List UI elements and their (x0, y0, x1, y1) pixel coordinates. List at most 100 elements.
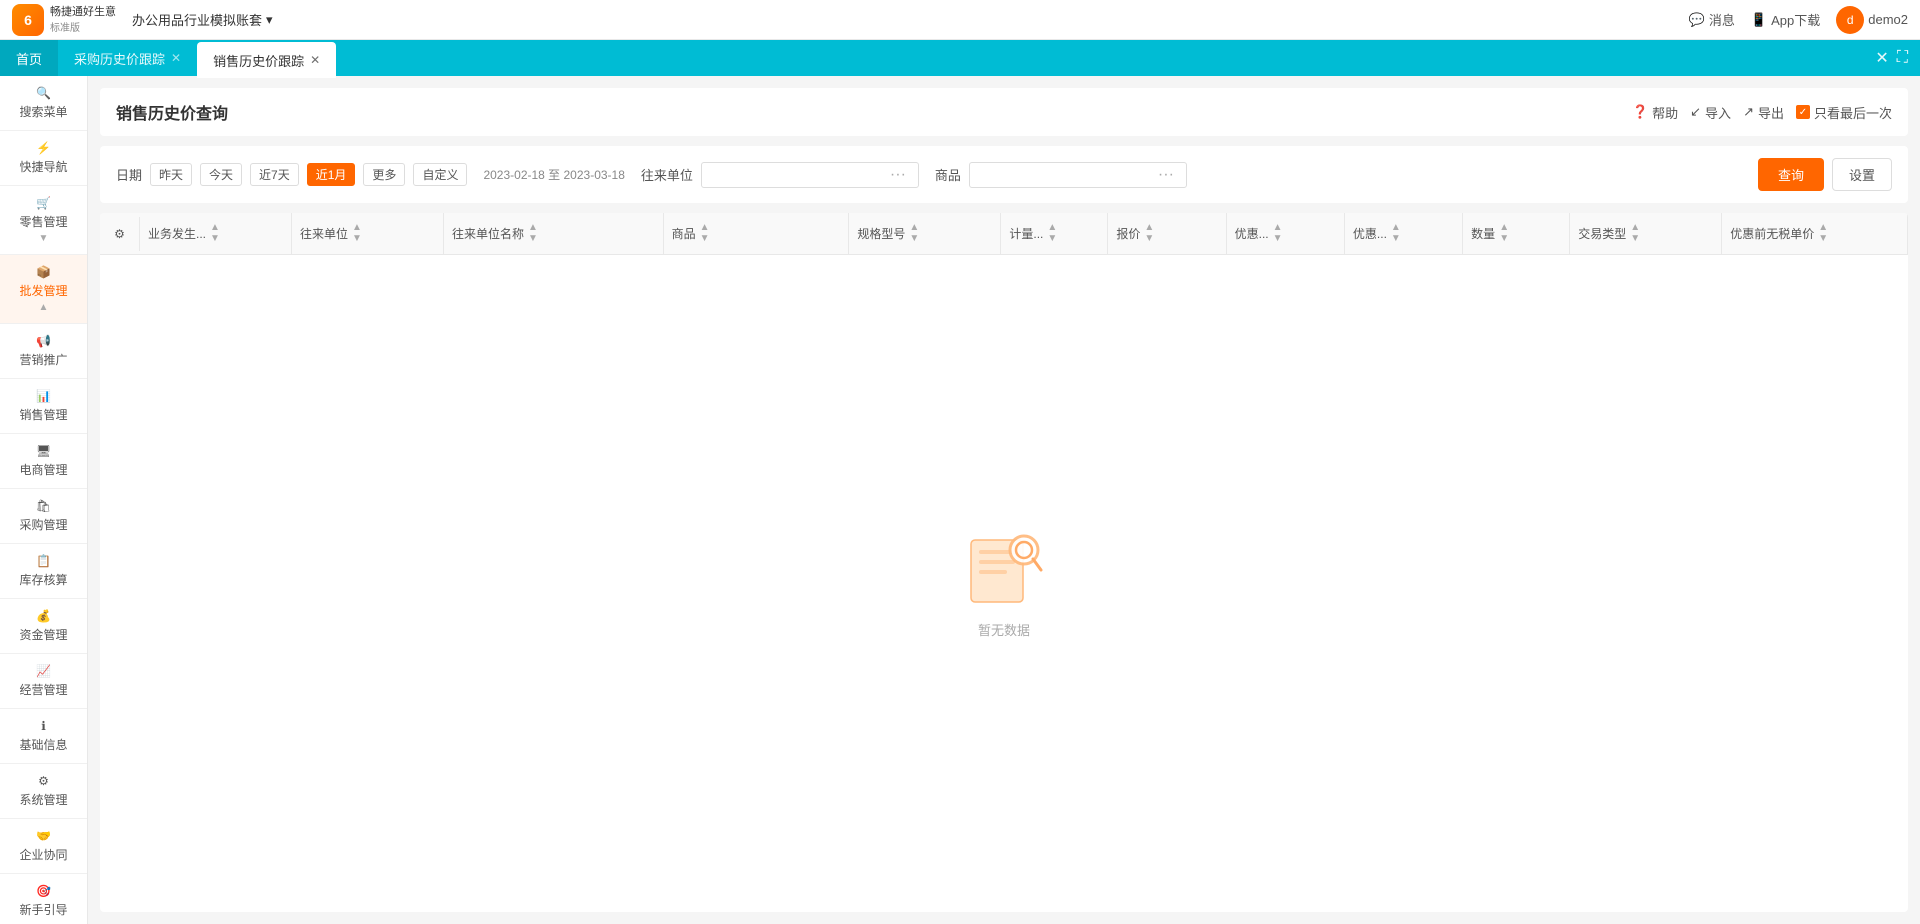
th-trade-type[interactable]: 交易类型 ▲▼ (1570, 213, 1722, 254)
app-selector[interactable]: 办公用品行业模拟账套 ▾ (124, 6, 281, 33)
help-label: 帮助 (1652, 103, 1678, 122)
th-discount1-label: 优惠... (1235, 225, 1269, 242)
sidebar-item-guide[interactable]: 🎯 新手引导 (0, 874, 87, 924)
th-product-label: 商品 (672, 225, 696, 242)
import-icon: ↙ (1690, 104, 1701, 120)
sidebar-label-cooperation: 企业协同 (19, 846, 67, 863)
th-date[interactable]: 业务发生... ▲▼ (140, 213, 292, 254)
sidebar-item-finance[interactable]: 💰 资金管理 (0, 599, 87, 654)
inventory-icon: 📋 (36, 554, 51, 568)
message-button[interactable]: 💬 消息 (1689, 10, 1735, 29)
app-download-button[interactable]: 📱 App下载 (1751, 10, 1820, 29)
tab-sales-close-icon[interactable]: ✕ (310, 53, 320, 67)
th-qty-label: 数量 (1471, 225, 1495, 242)
help-button[interactable]: ❓ 帮助 (1632, 103, 1678, 122)
th-discount2[interactable]: 优惠... ▲▼ (1345, 213, 1463, 254)
empty-text: 暂无数据 (978, 620, 1030, 639)
avatar: d (1836, 6, 1864, 34)
date-7days-button[interactable]: 近7天 (250, 163, 299, 186)
sidebar-item-basic-info[interactable]: ℹ 基础信息 (0, 709, 87, 764)
th-date-label: 业务发生... (148, 225, 206, 242)
th-price[interactable]: 报价 ▲▼ (1108, 213, 1226, 254)
sidebar-item-inventory[interactable]: 📋 库存核算 (0, 544, 87, 599)
sidebar-label-ecommerce: 电商管理 (19, 461, 67, 478)
chevron-up-icon: ▲ (39, 302, 49, 313)
settings-button[interactable]: 设置 (1832, 158, 1892, 191)
product-filter-group: 商品 ··· (935, 162, 1187, 188)
export-label: 导出 (1758, 103, 1784, 122)
tab-sales-history[interactable]: 销售历史价跟踪 ✕ (197, 42, 336, 78)
date-custom-button[interactable]: 自定义 (413, 163, 467, 186)
sidebar-label-finance: 资金管理 (19, 626, 67, 643)
th-discount2-label: 优惠... (1353, 225, 1387, 242)
tab-purchase-history[interactable]: 采购历史价跟踪 ✕ (58, 40, 197, 76)
sidebar-item-ecommerce[interactable]: 🖥 电商管理 (0, 434, 87, 489)
partner-picker-button[interactable]: ··· (886, 166, 910, 184)
logo-area: 6 畅捷通好生意 标准版 (12, 4, 116, 36)
export-button[interactable]: ↗ 导出 (1743, 103, 1784, 122)
date-label: 日期 (116, 165, 142, 184)
top-bar-right: 💬 消息 📱 App下载 d demo2 (1689, 6, 1908, 34)
only-last-label: 只看最后一次 (1814, 103, 1892, 122)
content-area: 销售历史价查询 ❓ 帮助 ↙ 导入 ↗ 导出 ✓ (88, 76, 1920, 924)
th-settings[interactable]: ⚙ (100, 217, 140, 251)
th-pretax-price-label: 优惠前无税单价 (1730, 225, 1814, 242)
product-picker-button[interactable]: ··· (1154, 166, 1178, 184)
sidebar-item-sales[interactable]: 📊 销售管理 (0, 379, 87, 434)
th-unit-code[interactable]: 往来单位 ▲▼ (292, 213, 444, 254)
date-today-button[interactable]: 今天 (200, 163, 242, 186)
retail-icon: 🛒 (36, 196, 51, 210)
tab-maximize-button[interactable]: ⛶ (1897, 49, 1908, 67)
sidebar-item-search[interactable]: 🔍 搜索菜单 (0, 76, 87, 131)
date-filter-group: 日期 昨天 今天 近7天 近1月 更多 自定义 (116, 163, 467, 186)
date-1month-button[interactable]: 近1月 (307, 163, 356, 186)
empty-state: 暂无数据 (959, 528, 1049, 639)
sidebar-label-wholesale: 批发管理 (19, 282, 67, 299)
user-menu[interactable]: d demo2 (1836, 6, 1908, 34)
tab-purchase-close-icon[interactable]: ✕ (171, 51, 181, 65)
product-input-wrap: ··· (969, 162, 1187, 188)
partner-filter-group: 往来单位 ··· (641, 162, 919, 188)
finance-icon: 💰 (36, 609, 51, 623)
tab-home[interactable]: 首页 (0, 40, 58, 76)
partner-input[interactable] (710, 167, 886, 182)
th-pretax-price[interactable]: 优惠前无税单价 ▲▼ (1722, 213, 1908, 254)
sidebar-item-quick-nav[interactable]: ⚡ 快捷导航 (0, 131, 87, 186)
top-bar: 6 畅捷通好生意 标准版 办公用品行业模拟账套 ▾ 💬 消息 📱 App下载 d… (0, 0, 1920, 40)
th-qty[interactable]: 数量 ▲▼ (1463, 213, 1570, 254)
date-more-button[interactable]: 更多 (363, 163, 405, 186)
sort-icon: ▲▼ (1630, 223, 1640, 244)
sidebar-label-operations: 经营管理 (19, 681, 67, 698)
tab-close-all-button[interactable]: ✕ (1875, 48, 1888, 68)
th-unit-name[interactable]: 往来单位名称 ▲▼ (444, 213, 664, 254)
th-trade-type-label: 交易类型 (1578, 225, 1626, 242)
sidebar-item-purchase[interactable]: 🛍 采购管理 (0, 489, 87, 544)
only-last-checkbox-label[interactable]: ✓ 只看最后一次 (1796, 103, 1892, 122)
only-last-checkbox[interactable]: ✓ (1796, 105, 1810, 119)
import-button[interactable]: ↙ 导入 (1690, 103, 1731, 122)
product-input[interactable] (978, 167, 1154, 182)
th-discount1[interactable]: 优惠... ▲▼ (1227, 213, 1345, 254)
sidebar-label-inventory: 库存核算 (19, 571, 67, 588)
ecommerce-icon: 🖥 (36, 444, 51, 458)
sidebar-item-wholesale[interactable]: 📦 批发管理 ▲ (0, 255, 87, 324)
sidebar-label-quick-nav: 快捷导航 (19, 158, 67, 175)
sidebar-label-search: 搜索菜单 (19, 103, 67, 120)
empty-svg (959, 528, 1049, 608)
sidebar-item-marketing[interactable]: 📢 营销推广 (0, 324, 87, 379)
sidebar-item-system[interactable]: ⚙ 系统管理 (0, 764, 87, 819)
sidebar-item-operations[interactable]: 📈 经营管理 (0, 654, 87, 709)
th-spec-label: 规格型号 (857, 225, 905, 242)
purchase-icon: 🛍 (36, 499, 51, 513)
sidebar-item-cooperation[interactable]: 🤝 企业协同 (0, 819, 87, 874)
th-spec[interactable]: 规格型号 ▲▼ (849, 213, 1001, 254)
date-yesterday-button[interactable]: 昨天 (150, 163, 192, 186)
query-button[interactable]: 查询 (1758, 158, 1824, 191)
tab-bar: 首页 采购历史价跟踪 ✕ 销售历史价跟踪 ✕ ✕ ⛶ (0, 40, 1920, 76)
th-product[interactable]: 商品 ▲▼ (664, 213, 850, 254)
sort-icon: ▲▼ (1144, 223, 1154, 244)
operations-icon: 📈 (36, 664, 51, 678)
sidebar-item-retail[interactable]: 🛒 零售管理 ▼ (0, 186, 87, 255)
th-unit[interactable]: 计量... ▲▼ (1001, 213, 1108, 254)
sort-icon: ▲▼ (352, 223, 362, 244)
